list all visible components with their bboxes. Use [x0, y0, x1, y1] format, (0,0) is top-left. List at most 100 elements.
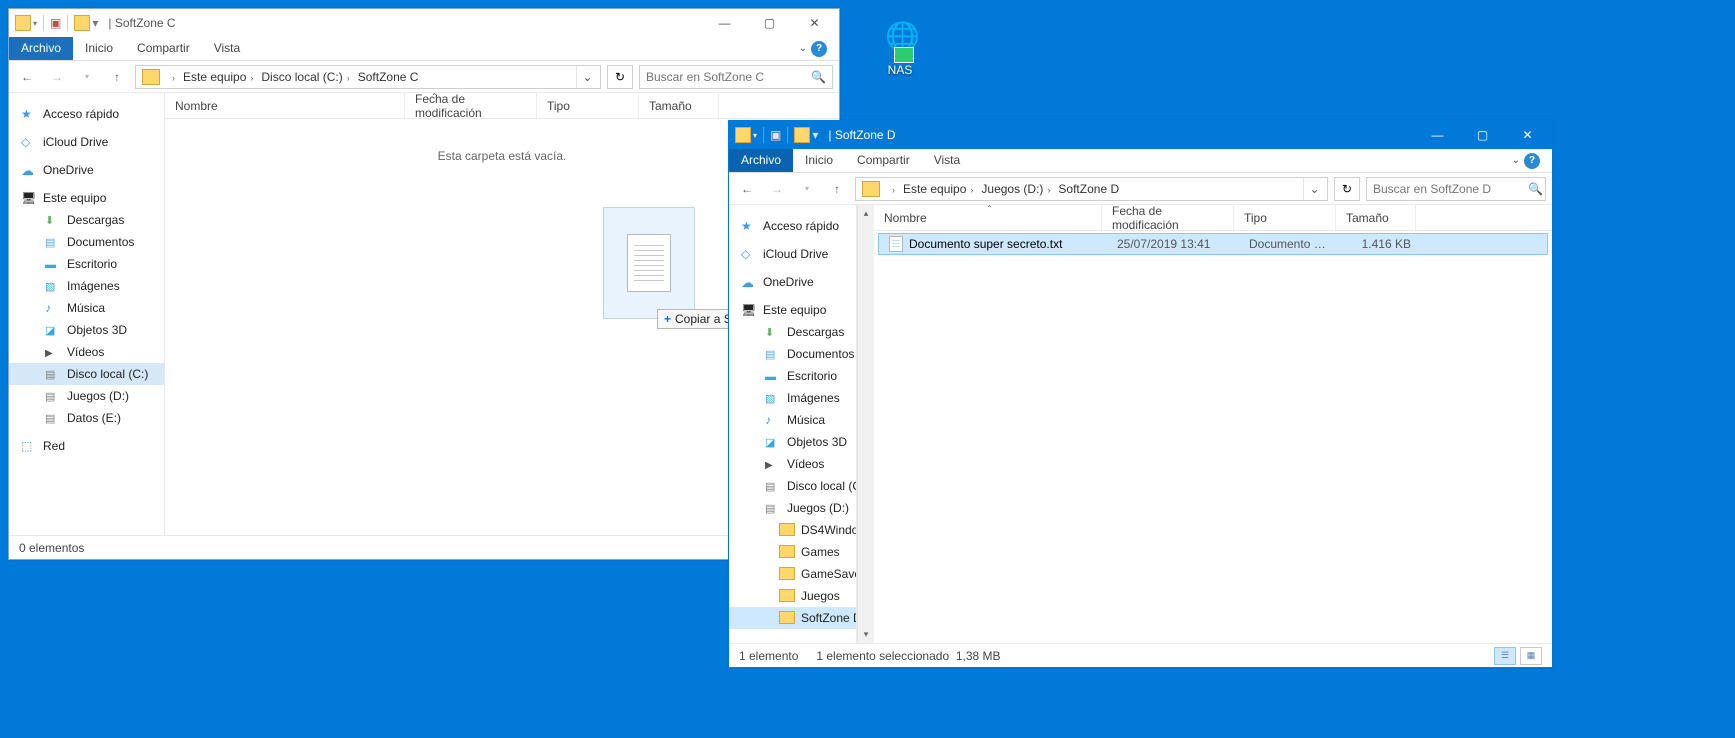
up-button[interactable]: ↑	[825, 177, 849, 201]
sidebar-onedrive[interactable]: OneDrive	[729, 271, 856, 293]
sidebar-disk-c[interactable]: Disco local (C:)	[729, 475, 856, 497]
sidebar-documents[interactable]: Documentos	[729, 343, 856, 365]
column-type[interactable]: Tipo	[537, 93, 639, 118]
help-icon[interactable]: ?	[811, 41, 827, 57]
files-area[interactable]: Documento super secreto.txt 25/07/2019 1…	[874, 231, 1552, 643]
sidebar-folder-juegos[interactable]: Juegos	[729, 585, 856, 607]
sidebar-objects3d[interactable]: Objetos 3D	[729, 431, 856, 453]
titlebar[interactable]: ▾ ▣ ▾ | SoftZone D — ▢ ✕	[729, 121, 1552, 149]
search-input[interactable]	[646, 70, 811, 84]
back-button[interactable]: ←	[735, 177, 759, 201]
search-box[interactable]: 🔍	[639, 65, 833, 89]
maximize-button[interactable]: ▢	[1460, 121, 1505, 149]
tab-view[interactable]: Vista	[202, 37, 252, 60]
tab-home[interactable]: Inicio	[793, 149, 845, 172]
address-bar[interactable]: › Este equipo› Juegos (D:)› SoftZone D ⌄	[855, 177, 1328, 201]
maximize-button[interactable]: ▢	[747, 9, 792, 37]
breadcrumb[interactable]: Este equipo›	[899, 182, 977, 196]
close-button[interactable]: ✕	[1505, 121, 1550, 149]
scroll-up-icon[interactable]: ▴	[858, 205, 874, 222]
search-input[interactable]	[1373, 182, 1528, 196]
column-type[interactable]: Tipo	[1234, 205, 1336, 230]
forward-button[interactable]: →	[765, 177, 789, 201]
sidebar-quick-access[interactable]: Acceso rápido	[729, 215, 856, 237]
sidebar-disk-e[interactable]: Datos (E:)	[9, 407, 164, 429]
search-box[interactable]: 🔍	[1366, 177, 1546, 201]
sidebar-downloads[interactable]: Descargas	[729, 321, 856, 343]
titlebar[interactable]: ▾ ▣ ▾ | SoftZone C — ▢ ✕	[9, 9, 839, 37]
sidebar-onedrive[interactable]: OneDrive	[9, 159, 164, 181]
address-bar[interactable]: › Este equipo› Disco local (C:)› SoftZon…	[135, 65, 601, 89]
sidebar-disk-d[interactable]: Juegos (D:)	[729, 497, 856, 519]
sidebar-music[interactable]: Música	[729, 409, 856, 431]
breadcrumb[interactable]: Juegos (D:)›	[977, 182, 1054, 196]
sidebar-desktop[interactable]: Escritorio	[9, 253, 164, 275]
ribbon-expand-icon[interactable]: ⌄	[1512, 155, 1520, 166]
sidebar-disk-c[interactable]: Disco local (C:)	[9, 363, 164, 385]
minimize-button[interactable]: —	[702, 9, 747, 37]
minimize-button[interactable]: —	[1415, 121, 1460, 149]
sidebar-downloads[interactable]: Descargas	[9, 209, 164, 231]
tab-home[interactable]: Inicio	[73, 37, 125, 60]
open-folder-icon[interactable]	[74, 15, 90, 31]
view-details-button[interactable]: ☰	[1494, 647, 1516, 665]
tab-file[interactable]: Archivo	[9, 37, 73, 60]
column-size[interactable]: Tamaño	[639, 93, 719, 118]
breadcrumb[interactable]: SoftZone C	[354, 70, 423, 84]
breadcrumb-root[interactable]: ›	[164, 70, 179, 84]
sidebar-pictures[interactable]: Imágenes	[729, 387, 856, 409]
up-button[interactable]: ↑	[105, 65, 129, 89]
sidebar-folder-gsm[interactable]: GameSave Man	[729, 563, 856, 585]
ribbon-expand-icon[interactable]: ⌄	[799, 43, 807, 54]
close-button[interactable]: ✕	[792, 9, 837, 37]
forward-button[interactable]: →	[45, 65, 69, 89]
breadcrumb[interactable]: SoftZone D	[1054, 182, 1123, 196]
sidebar-folder-softzone-d[interactable]: SoftZone D	[729, 607, 856, 629]
address-history-icon[interactable]: ⌄	[576, 66, 598, 88]
scroll-down-icon[interactable]: ▾	[858, 626, 874, 643]
properties-icon[interactable]: ▣	[770, 128, 781, 142]
sidebar-scrollbar[interactable]: ▴ ▾	[857, 205, 874, 643]
refresh-button[interactable]: ↻	[1334, 177, 1360, 201]
pin-icon[interactable]: ▾	[92, 16, 98, 30]
sidebar-videos[interactable]: Vídeos	[729, 453, 856, 475]
breadcrumb[interactable]: Este equipo›	[179, 70, 257, 84]
sidebar-quick-access[interactable]: Acceso rápido	[9, 103, 164, 125]
column-size[interactable]: Tamaño	[1336, 205, 1416, 230]
sidebar-icloud[interactable]: iCloud Drive	[729, 243, 856, 265]
file-row[interactable]: Documento super secreto.txt 25/07/2019 1…	[878, 233, 1548, 255]
address-history-icon[interactable]: ⌄	[1303, 178, 1325, 200]
column-name[interactable]: Nombre	[165, 93, 405, 118]
tab-share[interactable]: Compartir	[845, 149, 922, 172]
tab-file[interactable]: Archivo	[729, 149, 793, 172]
sidebar-disk-d[interactable]: Juegos (D:)	[9, 385, 164, 407]
breadcrumb[interactable]: Disco local (C:)›	[257, 70, 353, 84]
breadcrumb-root[interactable]: ›	[884, 182, 899, 196]
sidebar-documents[interactable]: Documentos	[9, 231, 164, 253]
refresh-button[interactable]: ↻	[607, 65, 633, 89]
history-dropdown[interactable]: ▾	[75, 65, 99, 89]
desktop-icon-nas[interactable]: NAS	[865, 20, 935, 77]
sidebar-videos[interactable]: Vídeos	[9, 341, 164, 363]
sidebar-network[interactable]: Red	[9, 435, 164, 457]
properties-icon[interactable]: ▣	[50, 16, 61, 30]
view-thumbnails-button[interactable]: ▦	[1520, 647, 1542, 665]
back-button[interactable]: ←	[15, 65, 39, 89]
tab-share[interactable]: Compartir	[125, 37, 202, 60]
sidebar-this-pc[interactable]: Este equipo	[729, 299, 856, 321]
open-folder-icon[interactable]	[794, 127, 810, 143]
pin-icon[interactable]: ▾	[812, 128, 818, 142]
sidebar-objects3d[interactable]: Objetos 3D	[9, 319, 164, 341]
history-dropdown[interactable]: ▾	[795, 177, 819, 201]
qat-dropdown-icon[interactable]: ▾	[753, 131, 757, 140]
sidebar-folder-ds4[interactable]: DS4Windows	[729, 519, 856, 541]
column-date[interactable]: Fecha de modificación	[1102, 205, 1234, 230]
sidebar-folder-games[interactable]: Games	[729, 541, 856, 563]
help-icon[interactable]: ?	[1524, 153, 1540, 169]
sidebar-this-pc[interactable]: Este equipo	[9, 187, 164, 209]
column-date[interactable]: Fecha de modificación	[405, 93, 537, 118]
sidebar-desktop[interactable]: Escritorio	[729, 365, 856, 387]
tab-view[interactable]: Vista	[922, 149, 972, 172]
sidebar-music[interactable]: Música	[9, 297, 164, 319]
sidebar-pictures[interactable]: Imágenes	[9, 275, 164, 297]
